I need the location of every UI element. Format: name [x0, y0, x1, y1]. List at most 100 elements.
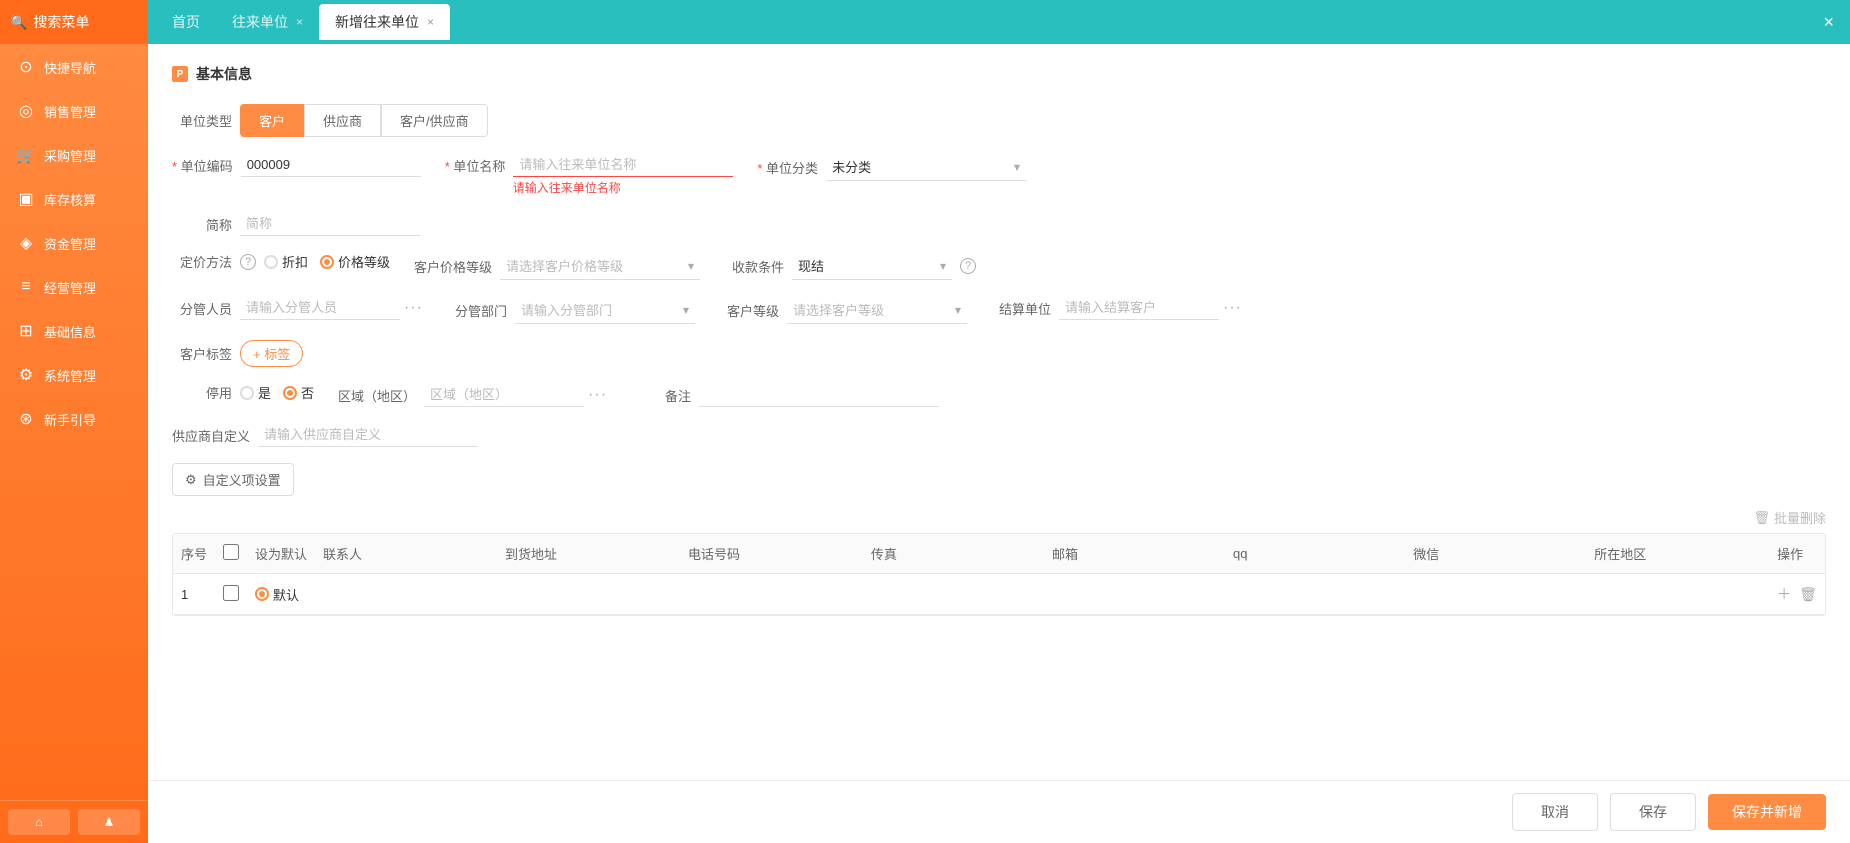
abbr-input[interactable] — [240, 212, 420, 236]
sidebar-item-quick-nav[interactable]: ⊙ 快捷导航 — [0, 45, 148, 89]
pricing-help-icon[interactable]: ? — [240, 254, 256, 270]
th-fax: 传真 — [863, 534, 1044, 574]
table-header-row: 序号 设为默认 联系人 到货地址 电话号码 传真 邮箱 qq 微信 所在地区 操… — [173, 534, 1825, 574]
wechat-input[interactable] — [1413, 587, 1578, 602]
sidebar-item-inventory[interactable]: ▣ 库存核算 — [0, 177, 148, 221]
supplier-custom-row: 供应商自定义 — [172, 423, 1826, 447]
unit-name-input[interactable] — [513, 153, 733, 177]
save-button[interactable]: 保存 — [1610, 793, 1696, 831]
remark-input[interactable] — [699, 383, 939, 407]
td-contact[interactable] — [315, 574, 497, 615]
unit-type-buttons: 客户 供应商 客户/供应商 — [240, 104, 488, 137]
add-tag-btn[interactable]: + 标签 — [240, 340, 303, 367]
pricing-radio-group: 折扣 价格等级 — [264, 252, 390, 271]
row-checkbox[interactable] — [223, 585, 239, 601]
contact-input[interactable] — [323, 587, 489, 602]
td-area[interactable] — [1586, 574, 1769, 615]
tab-home[interactable]: 首页 — [156, 4, 216, 40]
unit-type-both-btn[interactable]: 客户/供应商 — [381, 104, 488, 137]
search-menu-btn[interactable]: 🔍 搜索菜单 — [10, 8, 138, 36]
td-fax[interactable] — [863, 574, 1044, 615]
disable-no-circle — [283, 386, 297, 400]
save-new-button[interactable]: 保存并新增 — [1708, 794, 1826, 830]
td-wechat[interactable] — [1405, 574, 1586, 615]
manager-row: 分管人员 ··· 分管部门 请输入分管部门 ▾ 客户等级 请选择客户等级 ▾ — [172, 296, 1826, 324]
settlement-input[interactable] — [1059, 296, 1219, 320]
manager-input-wrap: ··· — [240, 296, 423, 320]
add-row-btn[interactable]: ＋ — [1777, 584, 1791, 604]
form-footer: 取消 保存 保存并新增 — [148, 780, 1850, 843]
customer-price-label: 客户价格等级 — [414, 257, 492, 276]
settlement-group: 结算单位 ··· — [991, 296, 1242, 320]
disable-yes-radio[interactable]: 是 — [240, 383, 271, 402]
default-radio[interactable]: 默认 — [255, 585, 307, 604]
sidebar-home-btn[interactable]: ⌂ — [8, 809, 70, 835]
unit-category-select[interactable]: 未分类 ▾ — [826, 153, 1026, 181]
address-input[interactable] — [505, 587, 672, 602]
payment-select[interactable]: 现结 ▾ — [792, 252, 952, 280]
cancel-button[interactable]: 取消 — [1512, 793, 1598, 831]
search-menu-label: 搜索菜单 — [33, 12, 89, 32]
manager-input[interactable] — [240, 296, 400, 320]
delete-row-btn[interactable]: 🗑 — [1799, 586, 1817, 603]
supplier-custom-input[interactable] — [258, 423, 478, 447]
table: 序号 设为默认 联系人 到货地址 电话号码 传真 邮箱 qq 微信 所在地区 操… — [173, 534, 1825, 615]
sidebar-item-basic[interactable]: ⊞ 基础信息 — [0, 309, 148, 353]
customer-level-select[interactable]: 请选择客户等级 ▾ — [787, 296, 967, 324]
region-more-btn[interactable]: ··· — [588, 386, 607, 404]
td-phone[interactable] — [680, 574, 863, 615]
td-qq[interactable] — [1225, 574, 1405, 615]
th-index: 序号 — [173, 534, 215, 574]
settlement-more-btn[interactable]: ··· — [1223, 299, 1242, 317]
finance-icon: ◈ — [16, 233, 36, 253]
pricing-level-circle — [320, 255, 334, 269]
phone-input[interactable] — [688, 587, 855, 602]
section-header: P 基本信息 — [172, 64, 1826, 84]
email-input[interactable] — [1052, 587, 1217, 602]
unit-type-supplier-btn[interactable]: 供应商 — [304, 104, 381, 137]
region-input-wrap: ··· — [424, 383, 607, 407]
th-contact: 联系人 — [315, 534, 497, 574]
customer-price-select[interactable]: 请选择客户价格等级 ▾ — [500, 252, 700, 280]
sidebar-item-label: 基础信息 — [44, 322, 96, 341]
sidebar-user-btn[interactable]: ♟ — [78, 809, 140, 835]
region-input[interactable] — [424, 383, 584, 407]
fax-input[interactable] — [871, 587, 1036, 602]
disable-no-radio[interactable]: 否 — [283, 383, 314, 402]
tab-new-partner-label: 新增往来单位 — [335, 12, 419, 32]
custom-settings-btn[interactable]: ⚙ 自定义项设置 — [172, 463, 294, 496]
pricing-level-radio[interactable]: 价格等级 — [320, 252, 390, 271]
payment-label: 收款条件 — [724, 257, 784, 276]
payment-help-icon[interactable]: ? — [960, 258, 976, 274]
qq-input[interactable] — [1233, 587, 1397, 602]
tab-bar-close-btn[interactable]: × — [1815, 8, 1842, 37]
batch-delete-btn[interactable]: 🗑 批量删除 — [1753, 508, 1826, 527]
sidebar-item-purchase[interactable]: 🛒 采购管理 — [0, 133, 148, 177]
dept-select[interactable]: 请输入分管部门 ▾ — [515, 296, 695, 324]
unit-type-label: 单位类型 — [172, 111, 232, 130]
td-email[interactable] — [1044, 574, 1225, 615]
unit-category-group: 单位分类 未分类 ▾ — [757, 153, 1026, 181]
td-address[interactable] — [497, 574, 680, 615]
sidebar-item-newbie[interactable]: ⊛ 新手引导 — [0, 397, 148, 441]
unit-type-customer-btn[interactable]: 客户 — [240, 104, 304, 137]
sidebar-search-area[interactable]: 🔍 搜索菜单 — [0, 0, 148, 45]
area-input[interactable] — [1594, 587, 1761, 602]
tab-new-partner[interactable]: 新增往来单位 × — [319, 4, 450, 40]
pricing-discount-radio[interactable]: 折扣 — [264, 252, 308, 271]
settlement-label: 结算单位 — [991, 299, 1051, 318]
unit-code-input[interactable] — [241, 153, 421, 177]
tab-partners[interactable]: 往来单位 × — [216, 4, 319, 40]
manager-more-btn[interactable]: ··· — [404, 299, 423, 317]
tab-new-partner-close[interactable]: × — [427, 15, 434, 29]
pricing-level-label: 价格等级 — [338, 252, 390, 271]
pricing-group: 定价方法 ? 折扣 价格等级 — [172, 252, 390, 271]
sidebar-item-system[interactable]: ⚙ 系统管理 — [0, 353, 148, 397]
sidebar-item-finance[interactable]: ◈ 资金管理 — [0, 221, 148, 265]
customer-price-chevron: ▾ — [688, 259, 694, 273]
sidebar-item-sales[interactable]: ◎ 销售管理 — [0, 89, 148, 133]
select-all-checkbox[interactable] — [223, 544, 239, 560]
form-content: P 基本信息 单位类型 客户 供应商 客户/供应商 单位编码 单位名称 — [148, 44, 1850, 780]
tab-partners-close[interactable]: × — [296, 15, 303, 29]
sidebar-item-operation[interactable]: ≡ 经营管理 — [0, 265, 148, 309]
